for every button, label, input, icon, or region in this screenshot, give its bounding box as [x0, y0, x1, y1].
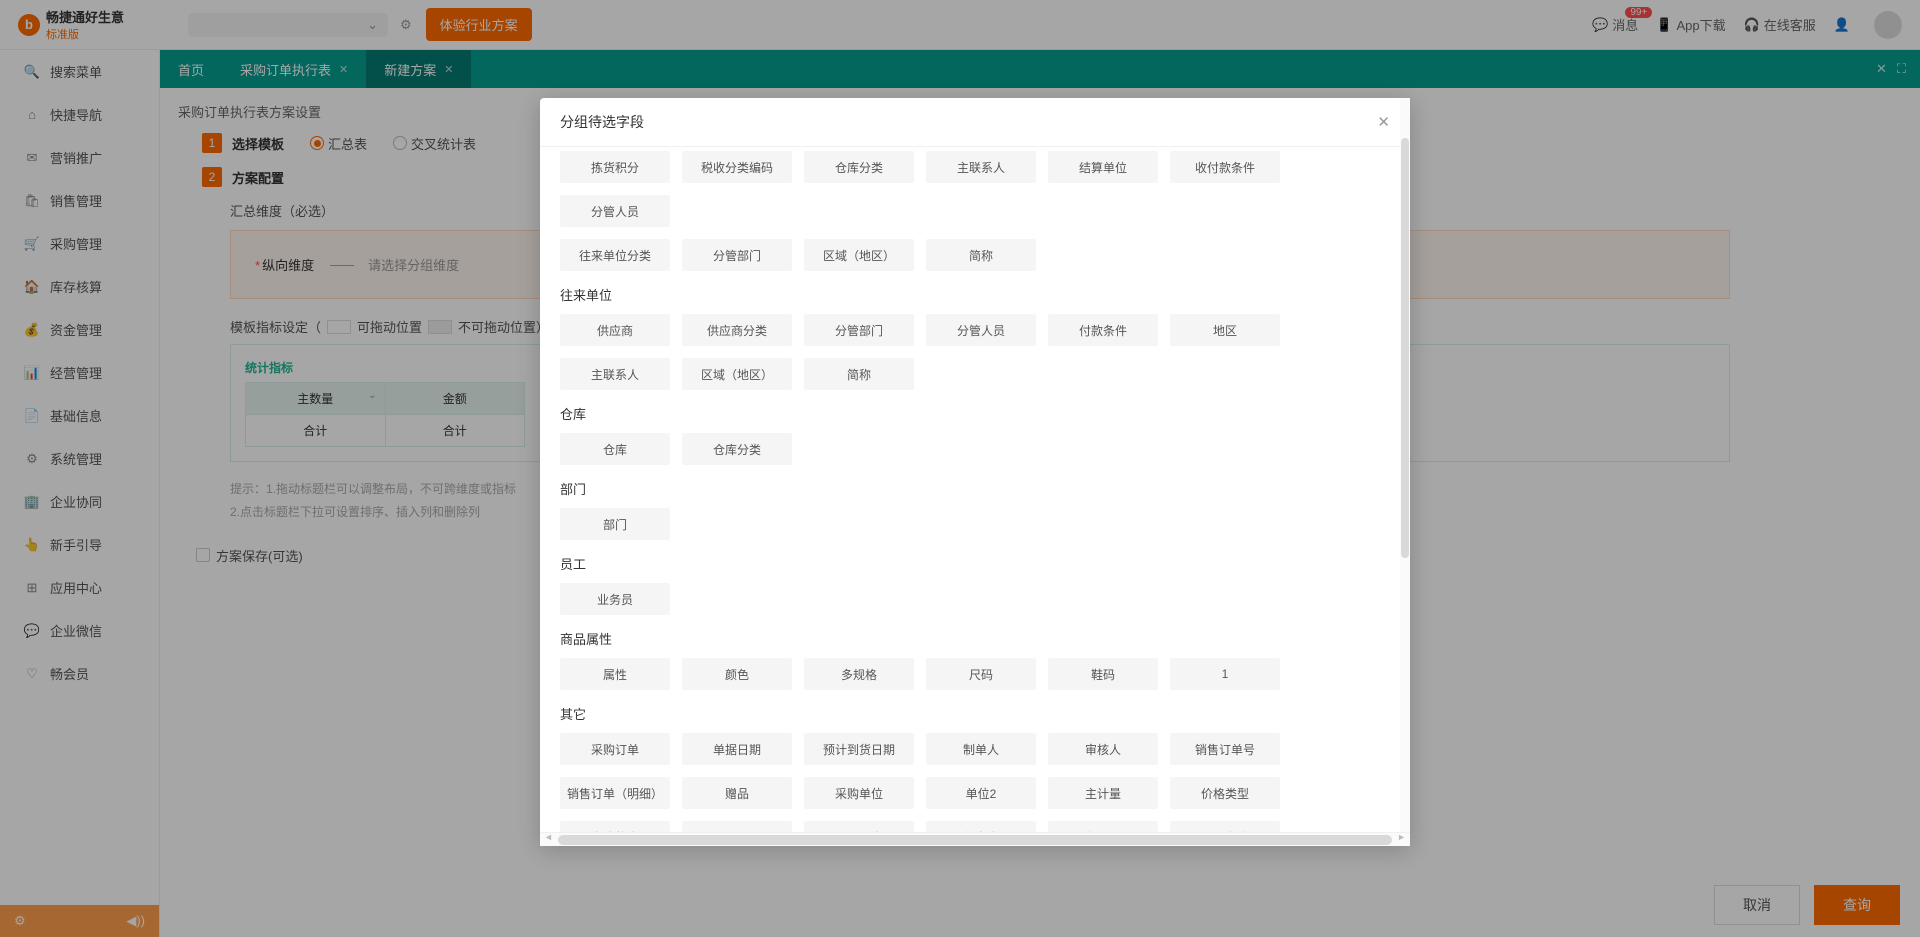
- field-chip[interactable]: 多规格: [804, 658, 914, 690]
- group-title: 部门: [560, 479, 1390, 498]
- field-chip[interactable]: 仓库分类: [682, 433, 792, 465]
- field-chip[interactable]: 业务员: [560, 583, 670, 615]
- field-chip[interactable]: 区域（地区）: [682, 358, 792, 390]
- h-scrollbar-thumb[interactable]: [558, 835, 1392, 845]
- field-chip[interactable]: 分管人员: [926, 314, 1036, 346]
- field-chip[interactable]: 单位2: [926, 777, 1036, 809]
- field-chip[interactable]: 车架号: [1048, 821, 1158, 832]
- field-chip[interactable]: 仓库分类: [804, 151, 914, 183]
- field-chip[interactable]: 完成状态: [560, 821, 670, 832]
- field-chip[interactable]: 鞋码: [1048, 658, 1158, 690]
- field-chip[interactable]: 采购订单: [560, 733, 670, 765]
- field-chip[interactable]: 部门: [560, 508, 670, 540]
- close-icon[interactable]: ✕: [1377, 113, 1390, 131]
- field-chip[interactable]: 付款条件: [1048, 314, 1158, 346]
- field-chip[interactable]: 预计到货日期: [804, 733, 914, 765]
- field-chip[interactable]: 零件名称: [1170, 821, 1280, 832]
- modal-header: 分组待选字段 ✕: [540, 98, 1410, 147]
- field-group: 员工业务员: [560, 554, 1390, 615]
- modal-body: 拣货积分税收分类编码仓库分类主联系人结算单位收付款条件分管人员 往来单位分类分管…: [540, 147, 1410, 832]
- field-chip[interactable]: 收付款条件: [1170, 151, 1280, 183]
- group-title: 员工: [560, 554, 1390, 573]
- field-chip[interactable]: 主联系人: [560, 358, 670, 390]
- field-group: 往来单位供应商供应商分类分管部门分管人员付款条件地区主联系人区域（地区） 简称: [560, 285, 1390, 390]
- field-chip[interactable]: 项目: [682, 821, 792, 832]
- group-field-modal: 分组待选字段 ✕ 拣货积分税收分类编码仓库分类主联系人结算单位收付款条件分管人员…: [540, 98, 1410, 846]
- field-chip[interactable]: 简称: [926, 239, 1036, 271]
- field-chip[interactable]: 行中止: [926, 821, 1036, 832]
- field-chip[interactable]: 审核人: [1048, 733, 1158, 765]
- group-title: 商品属性: [560, 629, 1390, 648]
- field-chip[interactable]: 销售订单号: [1170, 733, 1280, 765]
- field-chip[interactable]: 结算单位: [1048, 151, 1158, 183]
- vertical-scrollbar[interactable]: [1400, 147, 1410, 832]
- field-chip[interactable]: 拣货积分: [560, 151, 670, 183]
- field-chip[interactable]: 供应商: [560, 314, 670, 346]
- horizontal-scrollbar[interactable]: [540, 832, 1410, 846]
- field-chip[interactable]: 尺码: [926, 658, 1036, 690]
- field-chip[interactable]: 税收分类编码: [682, 151, 792, 183]
- field-chip[interactable]: 主计量: [1048, 777, 1158, 809]
- field-chip[interactable]: 分管部门: [682, 239, 792, 271]
- field-chip[interactable]: 属性: [560, 658, 670, 690]
- field-chip[interactable]: 采购单位: [804, 777, 914, 809]
- field-chip[interactable]: 颜色: [682, 658, 792, 690]
- field-group: 商品属性属性颜色多规格尺码鞋码 1: [560, 629, 1390, 690]
- modal-title: 分组待选字段: [560, 112, 644, 132]
- field-chip[interactable]: 供应商分类: [682, 314, 792, 346]
- field-chip[interactable]: 仓库: [560, 433, 670, 465]
- field-chip[interactable]: 往来单位分类: [560, 239, 670, 271]
- field-chip[interactable]: 1: [1170, 658, 1280, 690]
- group-title: 其它: [560, 704, 1390, 723]
- field-chip[interactable]: 价格类型: [1170, 777, 1280, 809]
- field-chip[interactable]: 简称: [804, 358, 914, 390]
- group-title: 往来单位: [560, 285, 1390, 304]
- group-title: 仓库: [560, 404, 1390, 423]
- field-chip[interactable]: 单据日期: [682, 733, 792, 765]
- scrollbar-thumb[interactable]: [1401, 147, 1409, 558]
- field-group: 部门部门: [560, 479, 1390, 540]
- field-chip[interactable]: 销售订单（明细）: [560, 777, 670, 809]
- field-group: 仓库仓库仓库分类: [560, 404, 1390, 465]
- field-chip[interactable]: 赠品: [682, 777, 792, 809]
- field-chip[interactable]: 分管部门: [804, 314, 914, 346]
- field-chip[interactable]: 区域（地区）: [804, 239, 914, 271]
- field-chip[interactable]: 制单人: [926, 733, 1036, 765]
- field-chip[interactable]: 主联系人: [926, 151, 1036, 183]
- field-chip[interactable]: 地区: [1170, 314, 1280, 346]
- field-chip[interactable]: 项目分类: [804, 821, 914, 832]
- field-group: 其它采购订单单据日期预计到货日期制单人审核人销售订单号销售订单（明细） 赠品采购单…: [560, 704, 1390, 832]
- field-chip[interactable]: 分管人员: [560, 195, 670, 227]
